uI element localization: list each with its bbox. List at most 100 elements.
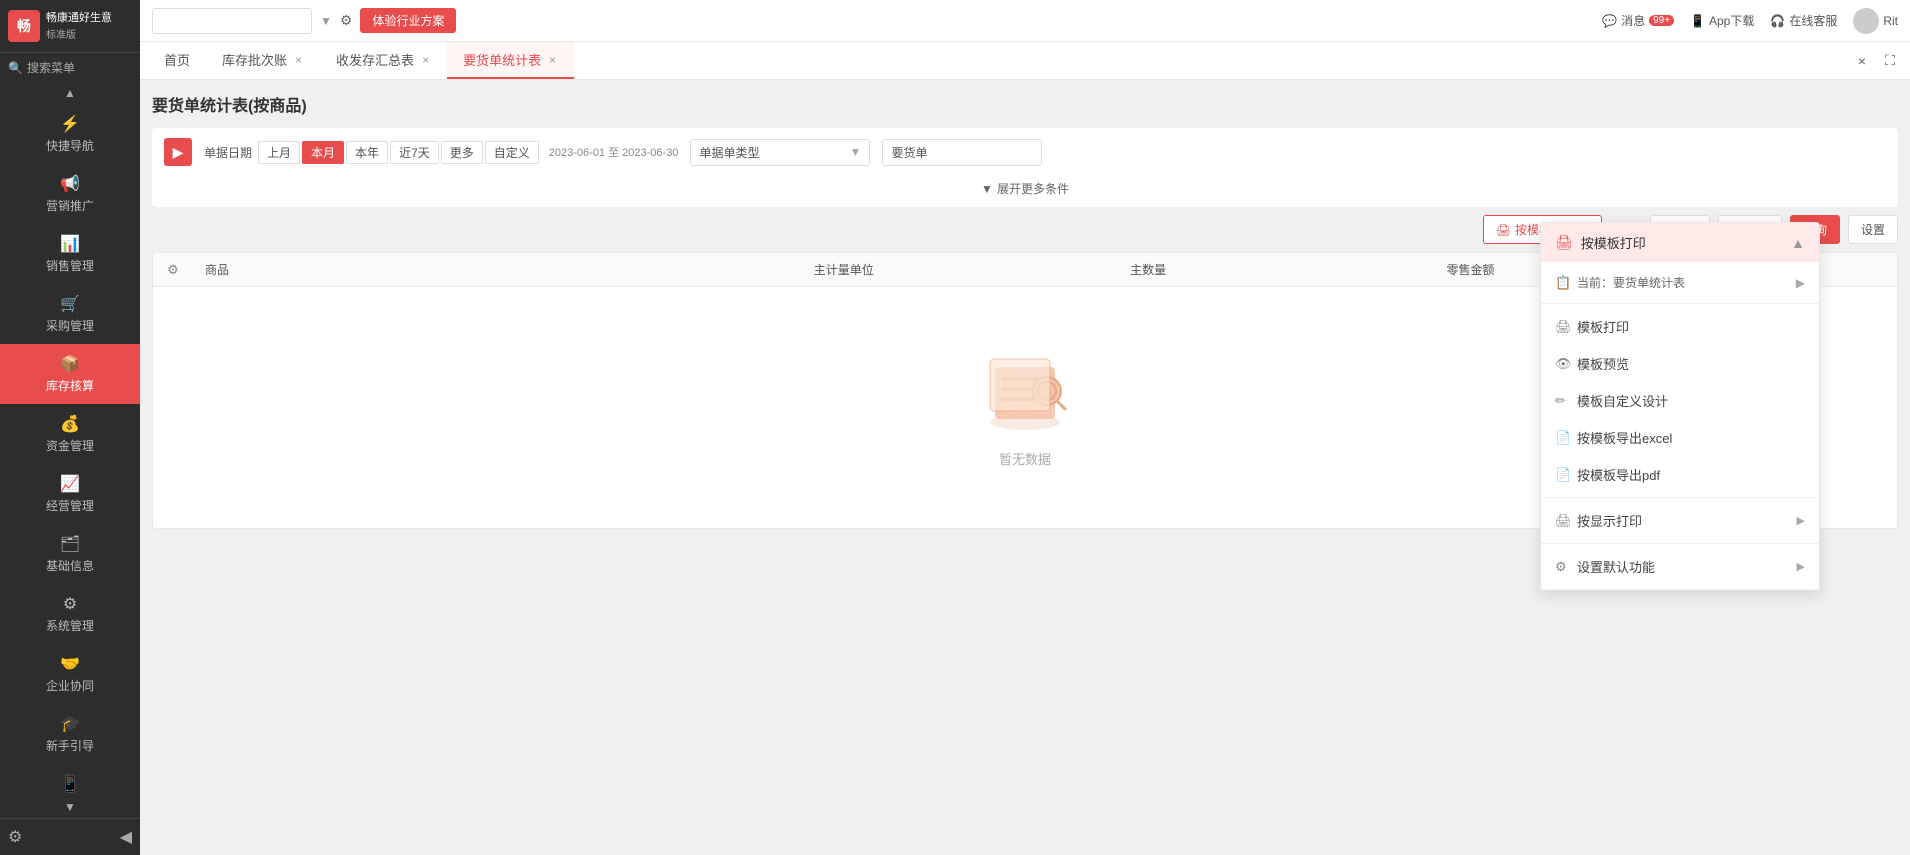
user-avatar[interactable]: Rit [1853, 8, 1898, 34]
filter-panel: ▶ 单据日期 上月 本月 本年 近7天 更多 自定义 2023-06-01 至 … [152, 128, 1898, 207]
nav-icon-purchase: 🛒 [60, 294, 80, 314]
logo-text: 畅康通好生意 标准版 [46, 11, 112, 40]
current-template-arrow-icon: ▶ [1796, 276, 1805, 290]
type-filter[interactable]: 单据单类型 ▼ [690, 139, 870, 166]
dropdown-default-section: ⚙ 设置默认功能 ▶ [1541, 544, 1819, 590]
expand-more-button[interactable]: ▼ 展开更多条件 [981, 180, 1069, 197]
sidebar-item-quick-nav[interactable]: ⚡ 快捷导航 [0, 104, 140, 164]
dropdown-set-default[interactable]: ⚙ 设置默认功能 ▶ [1541, 548, 1819, 585]
nav-icon-guide: 🎓 [60, 714, 80, 734]
settings-btn[interactable]: 设置 [1848, 215, 1898, 244]
sidebar-item-apps[interactable]: 📱 应用中心 [0, 764, 140, 796]
trial-button[interactable]: 体验行业方案 [360, 8, 456, 33]
settings-icon[interactable]: ⚙ [8, 827, 22, 847]
topbar-settings-icon[interactable]: ⚙ [340, 12, 353, 29]
dropdown-header-left: 🖨 按模板打印 [1555, 233, 1646, 252]
sidebar-item-collab[interactable]: 🤝 企业协同 [0, 644, 140, 704]
topbar-right: 💬 消息 99+ 📱 App下载 🎧 在线客服 Rit [1602, 8, 1898, 34]
dropdown-close-icon[interactable]: ▲ [1791, 235, 1805, 251]
app-download-button[interactable]: 📱 App下载 [1690, 12, 1754, 29]
dropdown-template-preview[interactable]: 👁 模板预览 [1541, 345, 1819, 382]
dropdown-template-print[interactable]: 🖨 模板打印 [1541, 308, 1819, 345]
nav-icon-basic: 🗂 [60, 534, 80, 554]
nav-icon-collab: 🤝 [60, 654, 80, 674]
dropdown-print-icon: 🖨 [1555, 319, 1572, 335]
sidebar-item-guide[interactable]: 🎓 新手引导 [0, 704, 140, 764]
sidebar-scroll-up[interactable]: ▲ [0, 82, 140, 104]
app-download-icon: 📱 [1690, 14, 1705, 28]
col-unit-header: 主计量单位 [802, 253, 1118, 286]
nav-icon-sales: 📊 [60, 234, 80, 254]
search-icon: 🔍 [8, 61, 23, 75]
empty-text: 暂无数据 [999, 449, 1051, 468]
tab-order-stats[interactable]: 要货单统计表 × [447, 42, 574, 79]
sidebar-item-basic[interactable]: 🗂 基础信息 [0, 524, 140, 584]
dropdown-current-section: 📋 当前：要货单统计表 ▶ [1541, 262, 1819, 304]
sidebar-item-system[interactable]: ⚙ 系统管理 [0, 584, 140, 644]
sidebar-item-marketing[interactable]: 📢 营销推广 [0, 164, 140, 224]
dropdown-preview-icon: 👁 [1555, 356, 1572, 372]
online-service-button[interactable]: 🎧 在线客服 [1770, 12, 1837, 29]
filter-expand-icon[interactable]: ▶ [164, 138, 192, 166]
nav-icon-system: ⚙ [63, 594, 77, 614]
date-filter: 单据日期 上月 本月 本年 近7天 更多 自定义 2023-06-01 至 20… [204, 141, 678, 164]
date-more[interactable]: 更多 [441, 141, 483, 164]
sidebar-item-sales[interactable]: 📊 销售管理 [0, 224, 140, 284]
dropdown-excel-icon: 📄 [1555, 430, 1571, 446]
nav-icon-marketing: 📢 [60, 174, 80, 194]
sidebar-logo: 畅 畅康通好生意 标准版 [0, 0, 140, 53]
window-close-button[interactable]: × [1850, 49, 1874, 73]
nav-icon-inventory: 📦 [60, 354, 80, 374]
expand-icon: ▼ [981, 182, 993, 196]
dropdown-export-pdf[interactable]: 📄 按模板导出pdf [1541, 456, 1819, 493]
tabs-right-controls: × ⛶ [1850, 42, 1902, 79]
display-print-arrow-icon: ▶ [1797, 514, 1805, 527]
dropdown-printer-icon: 🖨 [1555, 234, 1573, 251]
sidebar-item-purchase[interactable]: 🛒 采购管理 [0, 284, 140, 344]
date-custom[interactable]: 自定义 [485, 141, 539, 164]
topbar: ▼ ⚙ 体验行业方案 💬 消息 99+ 📱 App下载 🎧 在线客服 Rit [140, 0, 1910, 42]
content-area: 要货单统计表(按商品) ▶ 单据日期 上月 本月 本年 近7天 更多 [140, 80, 1910, 855]
nav-icon-quick: ⚡ [60, 114, 80, 134]
tab-receipt-summary[interactable]: 收发存汇总表 × [320, 42, 447, 79]
sidebar-item-inventory[interactable]: 📦 库存核算 [0, 344, 140, 404]
tab-close-receipt-summary[interactable]: × [420, 53, 431, 67]
topbar-chevron-icon[interactable]: ▼ [320, 14, 332, 28]
tab-home[interactable]: 首页 [148, 42, 206, 79]
topbar-search-input[interactable] [152, 8, 312, 34]
tab-close-order-stats[interactable]: × [547, 53, 558, 67]
sidebar-item-operations[interactable]: 📈 经营管理 [0, 464, 140, 524]
date-buttons: 上月 本月 本年 近7天 更多 自定义 [258, 141, 539, 164]
sidebar-search[interactable]: 🔍 搜索菜单 [0, 53, 140, 82]
dropdown-actions-section: 🖨 模板打印 👁 模板预览 ✏ 模板自定义设计 📄 按模板导出excel 📄 [1541, 304, 1819, 498]
col-product-header: 商品 [193, 253, 802, 286]
tag-filter[interactable]: 要货单 [882, 139, 1042, 166]
sidebar-nav: ⚡ 快捷导航 📢 营销推广 📊 销售管理 🛒 采购管理 📦 库存核算 💰 资金管… [0, 104, 140, 796]
dropdown-template-design[interactable]: ✏ 模板自定义设计 [1541, 382, 1819, 419]
col-settings-icon[interactable]: ⚙ [153, 254, 193, 286]
date-current-month[interactable]: 本月 [302, 141, 344, 164]
dropdown-display-section: 🖨 按显示打印 ▶ [1541, 498, 1819, 544]
window-maximize-button[interactable]: ⛶ [1878, 49, 1902, 73]
page-title: 要货单统计表(按商品) [152, 92, 1898, 116]
collapse-icon[interactable]: ◀ [120, 827, 132, 847]
nav-icon-apps: 📱 [60, 774, 80, 794]
tabs-bar: 首页 库存批次账 × 收发存汇总表 × 要货单统计表 × × ⛶ [140, 42, 1910, 80]
nav-icon-finance: 💰 [60, 414, 80, 434]
sidebar-item-finance[interactable]: 💰 资金管理 [0, 404, 140, 464]
sidebar-footer: ⚙ ◀ [0, 818, 140, 855]
sidebar-scroll-down[interactable]: ▼ [0, 796, 140, 818]
dropdown-export-excel[interactable]: 📄 按模板导出excel [1541, 419, 1819, 456]
date-last-month[interactable]: 上月 [258, 141, 300, 164]
date-7days[interactable]: 近7天 [390, 141, 439, 164]
dropdown-display-print[interactable]: 🖨 按显示打印 ▶ [1541, 502, 1819, 539]
current-template-item[interactable]: 📋 当前：要货单统计表 ▶ [1541, 266, 1819, 299]
tab-close-inventory-batch[interactable]: × [293, 53, 304, 67]
tab-inventory-batch[interactable]: 库存批次账 × [206, 42, 320, 79]
set-default-arrow-icon: ▶ [1797, 560, 1805, 573]
date-current-year[interactable]: 本年 [346, 141, 388, 164]
message-button[interactable]: 💬 消息 99+ [1602, 12, 1674, 29]
empty-icon [975, 347, 1075, 437]
col-qty-header: 主数量 [1118, 253, 1434, 286]
dropdown-header[interactable]: 🖨 按模板打印 ▲ [1541, 223, 1819, 262]
